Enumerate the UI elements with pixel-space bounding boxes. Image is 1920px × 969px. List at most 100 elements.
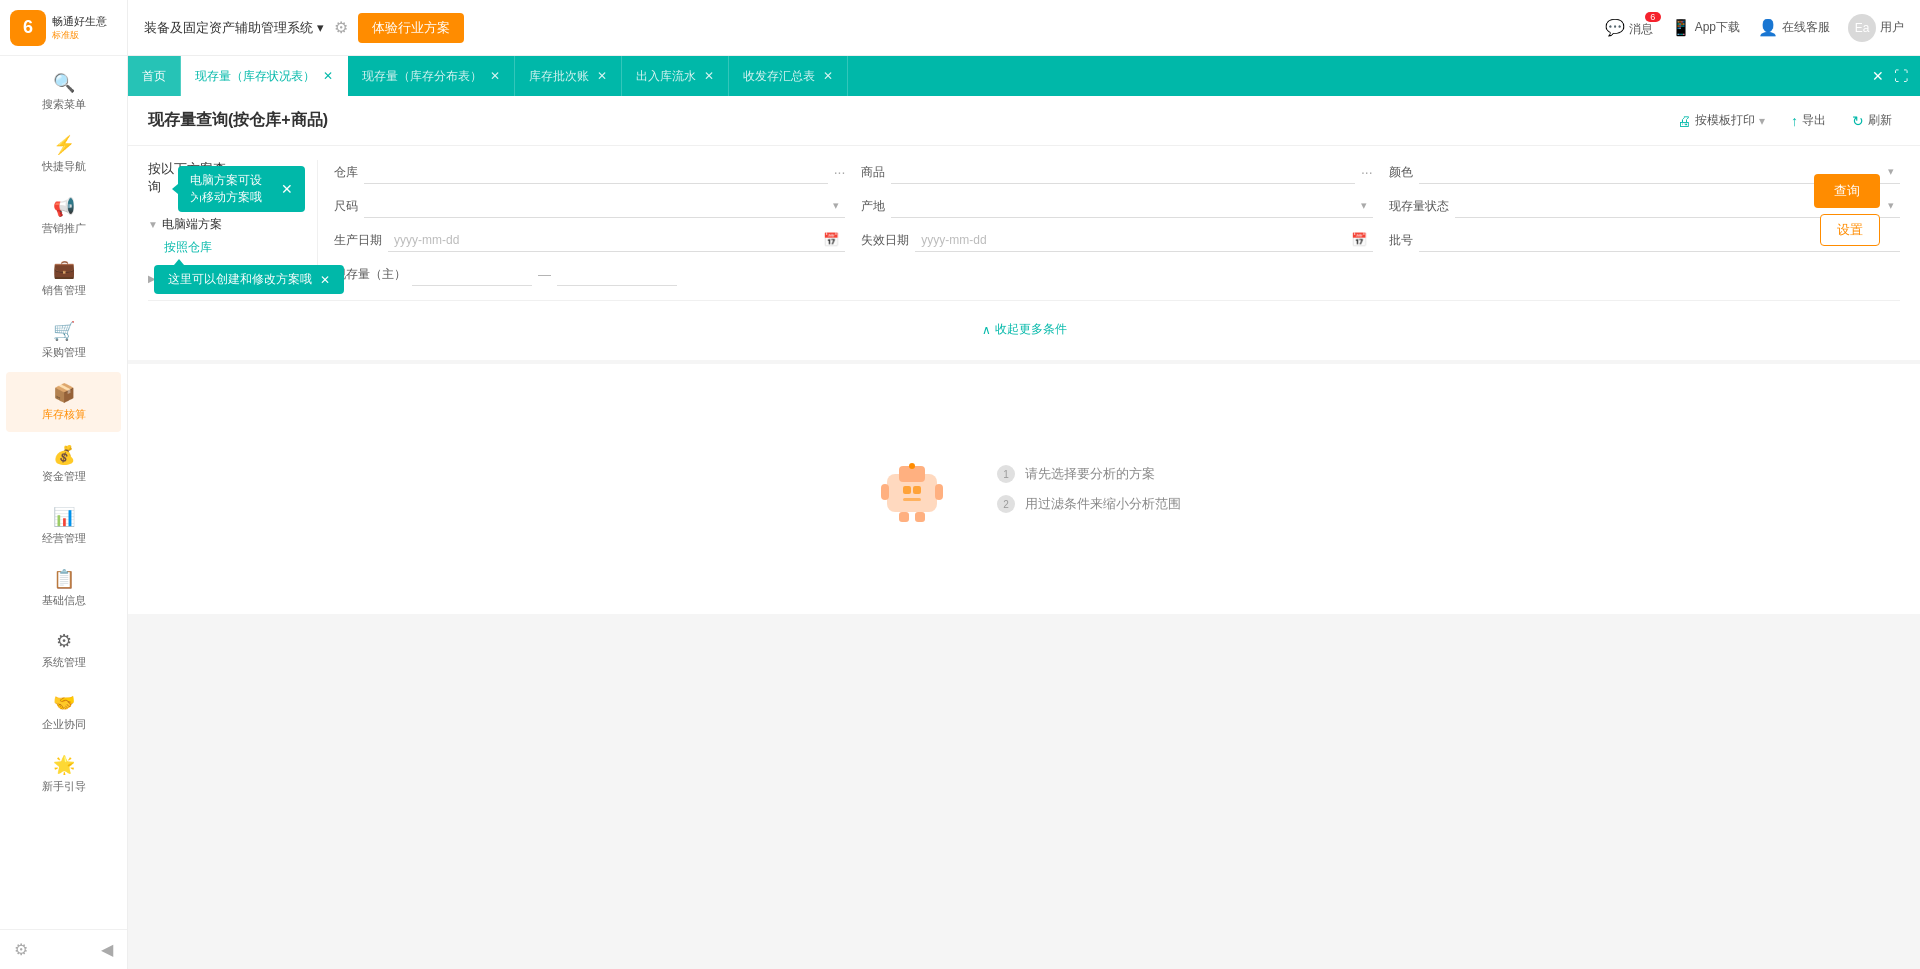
origin-select[interactable]: ▾ — [891, 194, 1372, 218]
sidebar-item-label: 搜索菜单 — [42, 97, 86, 112]
tab-stock-batch[interactable]: 库存批次账 ✕ — [515, 56, 622, 96]
stock-main-from[interactable] — [412, 262, 532, 286]
exp-date-label: 失效日期 — [861, 232, 909, 249]
app-download-button[interactable]: 📱 App下载 — [1671, 18, 1740, 37]
settings-footer-icon[interactable]: ⚙ — [14, 940, 28, 959]
search-button-group: 查询 设置 — [1814, 174, 1880, 246]
chevron-down-icon: ▾ — [1759, 114, 1765, 128]
size-filter: 尺码 ▾ — [334, 194, 845, 218]
stock-main-dash: — — [538, 267, 551, 282]
sidebar-item-enterprise[interactable]: 🤝 企业协同 — [6, 682, 121, 742]
refresh-button[interactable]: ↻ 刷新 — [1844, 108, 1900, 133]
sidebar-item-label: 销售管理 — [42, 283, 86, 298]
close-edit-tooltip[interactable]: ✕ — [320, 273, 330, 287]
collapse-area: ∧ 收起更多条件 — [148, 300, 1900, 346]
tab-recv-summary[interactable]: 收发存汇总表 ✕ — [729, 56, 848, 96]
hint-1: 1 请先选择要分析的方案 — [997, 465, 1181, 483]
batch-label: 批号 — [1389, 232, 1413, 249]
user-menu[interactable]: Ea 用户 — [1848, 14, 1904, 42]
notification-button[interactable]: 💬 消息 6 — [1605, 18, 1652, 38]
goods-dots[interactable]: ··· — [1361, 164, 1373, 180]
chevron-down-icon: ▾ — [317, 20, 324, 35]
sales-nav-icon: 💼 — [53, 258, 75, 280]
sidebar-item-system[interactable]: ⚙ 系统管理 — [6, 620, 121, 680]
mfg-date-input[interactable]: yyyy-mm-dd 📅 — [388, 228, 845, 252]
tab-stock-flow[interactable]: 出入库流水 ✕ — [622, 56, 729, 96]
tabs-bar: 首页 现存量（库存状况表） ✕ 现存量（库存分布表） ✕ 库存批次账 ✕ 出入库… — [128, 56, 1920, 96]
sidebar: 6 畅通好生意 标准版 🔍 搜索菜单 ⚡ 快捷导航 📢 营销推广 💼 销售管理 … — [0, 0, 128, 969]
hint-text-1: 请先选择要分析的方案 — [1025, 465, 1155, 483]
trial-button[interactable]: 体验行业方案 — [358, 13, 464, 43]
goods-input[interactable] — [891, 160, 1355, 184]
stock-main-filter: 现存量（主） — — [334, 262, 1900, 286]
svg-rect-4 — [913, 486, 921, 494]
close-tab-stock-dist[interactable]: ✕ — [490, 69, 500, 83]
sidebar-item-quick[interactable]: ⚡ 快捷导航 — [6, 124, 121, 184]
edit-scheme-tooltip: 这里可以创建和修改方案哦 ✕ — [154, 265, 344, 294]
export-button[interactable]: ↑ 导出 — [1783, 108, 1834, 133]
sidebar-item-operation[interactable]: 📊 经营管理 — [6, 496, 121, 556]
close-tab-recv-summary[interactable]: ✕ — [823, 69, 833, 83]
warehouse-input[interactable] — [364, 160, 828, 184]
search-button[interactable]: 查询 — [1814, 174, 1880, 208]
fullscreen-button[interactable]: ⛶ — [1890, 64, 1912, 88]
system-nav-icon: ⚙ — [56, 630, 72, 652]
hint-text-2: 用过滤条件来缩小分析范围 — [1025, 495, 1181, 513]
tab-home[interactable]: 首页 — [128, 56, 181, 96]
close-scheme-tooltip[interactable]: ✕ — [281, 181, 293, 197]
logo-icon: 6 — [10, 10, 46, 46]
close-tab-stock-flow[interactable]: ✕ — [704, 69, 714, 83]
tab-stock-status[interactable]: 现存量（库存状况表） ✕ — [181, 56, 348, 96]
stock-status-dropdown-icon: ▾ — [1888, 199, 1894, 212]
size-label: 尺码 — [334, 198, 358, 215]
finance-nav-icon: 💰 — [53, 444, 75, 466]
avatar: Ea — [1848, 14, 1876, 42]
origin-dropdown-icon: ▾ — [1361, 199, 1367, 212]
close-tab-stock-status[interactable]: ✕ — [323, 69, 333, 83]
print-button[interactable]: 🖨 按模板打印 ▾ — [1669, 108, 1773, 133]
sidebar-item-finance[interactable]: 💰 资金管理 — [6, 434, 121, 494]
page-header: 现存量查询(按仓库+商品) 🖨 按模板打印 ▾ ↑ 导出 ↻ 刷新 — [128, 96, 1920, 146]
tab-controls: ✕ ⛶ — [1860, 64, 1920, 88]
online-service-button[interactable]: 👤 在线客服 — [1758, 18, 1830, 37]
sidebar-item-search[interactable]: 🔍 搜索菜单 — [6, 62, 121, 122]
warehouse-dots[interactable]: ··· — [834, 164, 846, 180]
sidebar-nav: 🔍 搜索菜单 ⚡ 快捷导航 📢 营销推广 💼 销售管理 🛒 采购管理 📦 库存核… — [0, 56, 127, 929]
quick-nav-icon: ⚡ — [53, 134, 75, 156]
goods-label: 商品 — [861, 164, 885, 181]
reset-button[interactable]: 设置 — [1820, 214, 1880, 246]
close-all-tabs-button[interactable]: ✕ — [1868, 64, 1888, 88]
sidebar-item-purchase[interactable]: 🛒 采购管理 — [6, 310, 121, 370]
stock-main-to[interactable] — [557, 262, 677, 286]
sidebar-item-label: 资金管理 — [42, 469, 86, 484]
sidebar-item-guide[interactable]: 🌟 新手引导 — [6, 744, 121, 804]
desktop-scheme-label: 电脑端方案 — [162, 216, 222, 233]
mfg-date-label: 生产日期 — [334, 232, 382, 249]
system-selector[interactable]: 装备及固定资产辅助管理系统 ▾ — [144, 19, 324, 37]
gear-button[interactable]: ⚙ — [334, 18, 348, 37]
logo-text: 畅通好生意 标准版 — [52, 14, 107, 42]
size-select[interactable]: ▾ — [364, 194, 845, 218]
empty-illustration — [867, 444, 957, 534]
notification-icon: 💬 — [1605, 19, 1625, 36]
collapse-button[interactable]: ∧ 收起更多条件 — [982, 313, 1067, 346]
filter-row-2: 尺码 ▾ 产地 ▾ — [334, 194, 1900, 218]
scheme-child-item[interactable]: 按照仓库 — [164, 237, 305, 258]
origin-filter: 产地 ▾ — [861, 194, 1372, 218]
exp-calendar-icon[interactable]: 📅 — [1351, 232, 1367, 247]
exp-date-input[interactable]: yyyy-mm-dd 📅 — [915, 228, 1372, 252]
collapse-sidebar-icon[interactable]: ◀ — [101, 940, 113, 959]
sidebar-item-basic[interactable]: 📋 基础信息 — [6, 558, 121, 618]
mfg-calendar-icon[interactable]: 📅 — [823, 232, 839, 247]
close-tab-stock-batch[interactable]: ✕ — [597, 69, 607, 83]
operation-nav-icon: 📊 — [53, 506, 75, 528]
sidebar-item-inventory[interactable]: 📦 库存核算 — [6, 372, 121, 432]
page-actions: 🖨 按模板打印 ▾ ↑ 导出 ↻ 刷新 — [1669, 108, 1900, 133]
empty-hints: 1 请先选择要分析的方案 2 用过滤条件来缩小分析范围 — [997, 465, 1181, 513]
inventory-nav-icon: 📦 — [53, 382, 75, 404]
sidebar-item-sales[interactable]: 💼 销售管理 — [6, 248, 121, 308]
tab-stock-dist[interactable]: 现存量（库存分布表） ✕ — [348, 56, 515, 96]
topbar-left: 装备及固定资产辅助管理系统 ▾ ⚙ 体验行业方案 — [144, 13, 464, 43]
purchase-nav-icon: 🛒 — [53, 320, 75, 342]
sidebar-item-marketing[interactable]: 📢 营销推广 — [6, 186, 121, 246]
